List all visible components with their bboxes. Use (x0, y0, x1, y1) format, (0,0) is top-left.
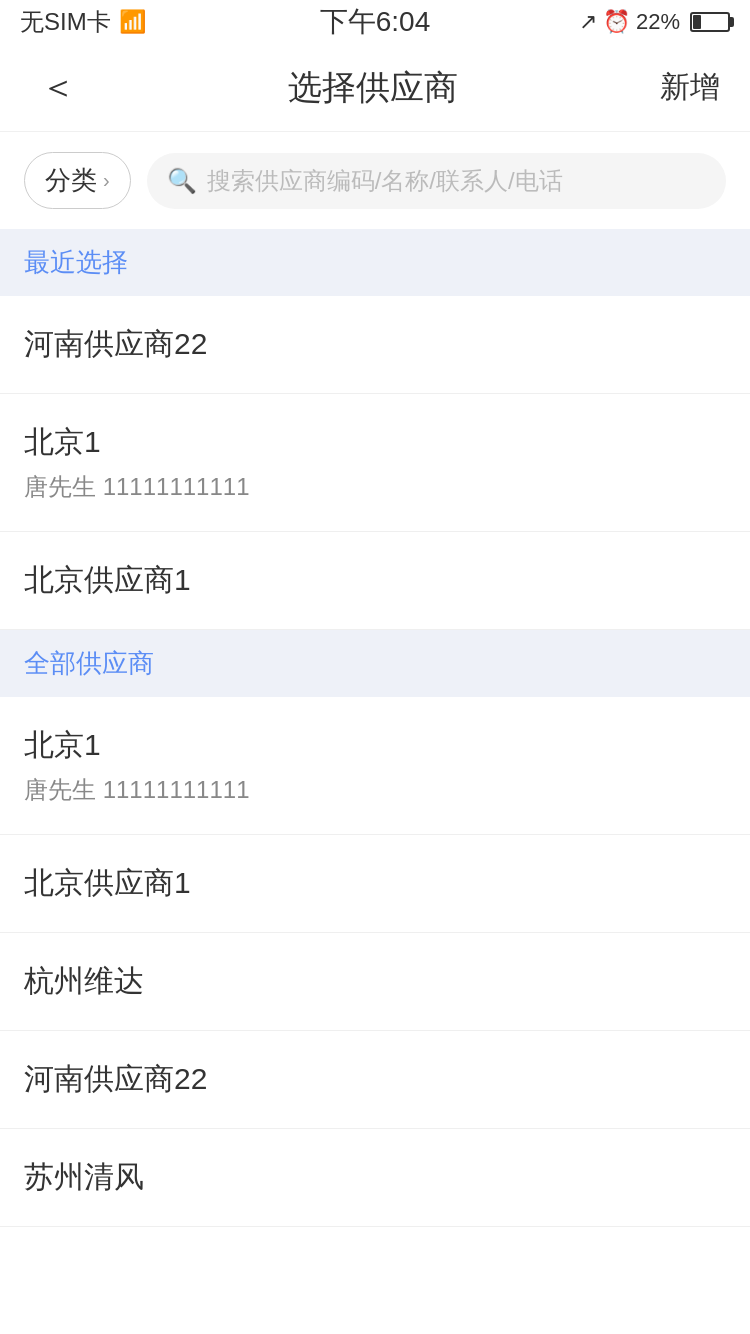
all-section-header: 全部供应商 (0, 630, 750, 697)
item-name: 北京供应商1 (24, 560, 726, 601)
list-item[interactable]: 北京1 唐先生 11111111111 (0, 394, 750, 532)
wifi-icon: 📶 (119, 9, 146, 35)
search-box[interactable]: 🔍 搜索供应商编码/名称/联系人/电话 (147, 153, 726, 209)
status-left: 无SIM卡 📶 (20, 6, 146, 38)
location-icon: ↗ (579, 9, 597, 35)
back-button[interactable]: ＜ (30, 53, 86, 122)
all-list: 北京1 唐先生 11111111111 北京供应商1 杭州维达河南供应商22 苏州清风 (0, 697, 750, 1227)
search-placeholder: 搜索供应商编码/名称/联系人/电话 (207, 165, 563, 197)
recent-section-label: 最近选择 (24, 247, 128, 277)
status-right: ↗ ⏰ 22% (579, 9, 730, 35)
item-sub: 唐先生 11111111111 (24, 471, 726, 503)
recent-list: 河南供应商22 北京1 唐先生 11111111111 北京供应商1 (0, 296, 750, 630)
item-name: 北京供应商1 (24, 863, 726, 904)
item-name: 苏州清风 (24, 1157, 726, 1198)
search-icon: 🔍 (167, 167, 197, 195)
category-button[interactable]: 分类 › (24, 152, 131, 209)
alarm-icon: ⏰ (603, 9, 630, 35)
status-bar: 无SIM卡 📶 下午6:04 ↗ ⏰ 22% (0, 0, 750, 44)
list-item[interactable]: 杭州维达 (0, 933, 750, 1031)
category-label: 分类 (45, 163, 97, 198)
add-button[interactable]: 新增 (660, 67, 720, 108)
page-title: 选择供应商 (288, 65, 458, 111)
list-item[interactable]: 北京供应商1 (0, 532, 750, 630)
carrier-text: 无SIM卡 (20, 6, 111, 38)
list-item[interactable]: 北京1 唐先生 11111111111 (0, 697, 750, 835)
nav-bar: ＜ 选择供应商 新增 (0, 44, 750, 132)
list-item[interactable]: 北京供应商1 (0, 835, 750, 933)
battery-icon (690, 12, 730, 32)
recent-section-header: 最近选择 (0, 229, 750, 296)
battery-text: 22% (636, 9, 680, 35)
status-time: 下午6:04 (320, 3, 431, 41)
list-item[interactable]: 苏州清风 (0, 1129, 750, 1227)
search-area: 分类 › 🔍 搜索供应商编码/名称/联系人/电话 (0, 132, 750, 229)
chevron-right-icon: › (103, 169, 110, 192)
item-name: 北京1 (24, 725, 726, 766)
item-sub: 唐先生 11111111111 (24, 774, 726, 806)
item-name: 杭州维达 (24, 961, 726, 1002)
list-item[interactable]: 河南供应商22 (0, 1031, 750, 1129)
item-name: 河南供应商22 (24, 1059, 726, 1100)
all-section-label: 全部供应商 (24, 648, 154, 678)
item-name: 北京1 (24, 422, 726, 463)
item-name: 河南供应商22 (24, 324, 726, 365)
list-item[interactable]: 河南供应商22 (0, 296, 750, 394)
